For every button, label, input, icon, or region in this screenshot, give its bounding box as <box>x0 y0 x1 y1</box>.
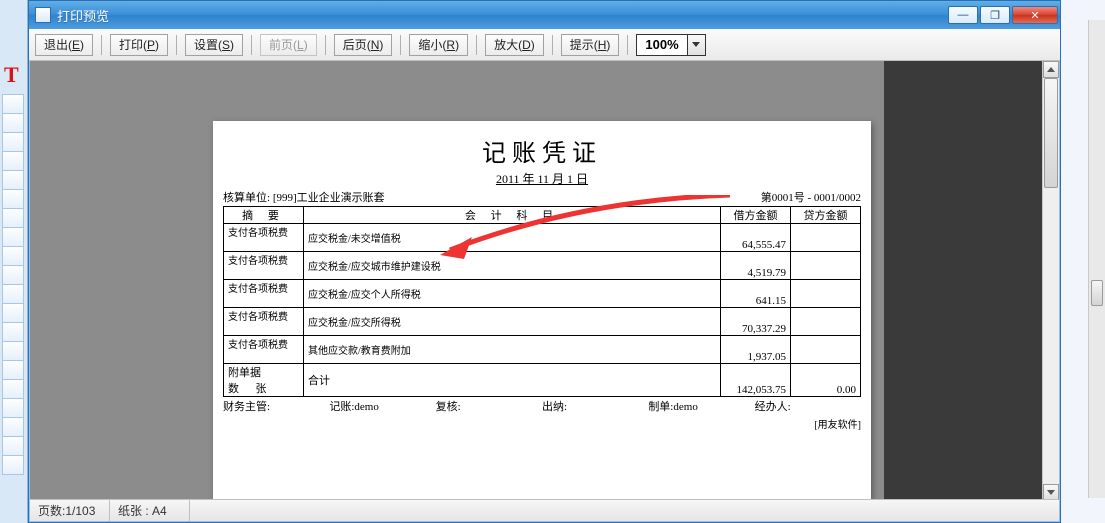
table-row: 支付各项税费其他应交款/教育费附加1,937.05 <box>224 336 861 364</box>
cell-summary: 支付各项税费 <box>224 308 304 336</box>
cell-credit <box>791 224 861 252</box>
cell-debit: 70,337.29 <box>721 308 791 336</box>
statusbar: 页数:1/103 纸张 : A4 <box>30 499 1059 521</box>
brand-footer: [用友软件] <box>223 416 861 431</box>
toolbar-separator <box>627 35 628 55</box>
cell-debit: 1,937.05 <box>721 336 791 364</box>
voucher-date: 2011 年 11 月 1 日 <box>223 170 861 187</box>
toolbar-separator <box>400 35 401 55</box>
toolbar-separator <box>476 35 477 55</box>
zoom-value: 100% <box>637 35 686 55</box>
cell-summary: 支付各项税费 <box>224 280 304 308</box>
col-summary: 摘 要 <box>224 207 304 224</box>
cell-summary: 支付各项税费 <box>224 224 304 252</box>
hint-button[interactable]: 提示(H) <box>561 34 620 56</box>
prev-page-button[interactable]: 前页(L) <box>260 34 317 56</box>
cell-subject: 应交税金/应交城市维护建设税 <box>304 252 721 280</box>
chevron-down-icon[interactable] <box>687 35 705 55</box>
cell-debit: 64,555.47 <box>721 224 791 252</box>
preview-viewport[interactable]: 记账凭证 2011 年 11 月 1 日 核算单位: [999]工业企业演示账套… <box>30 61 1044 501</box>
table-row: 支付各项税费应交税金/应交个人所得税641.15 <box>224 280 861 308</box>
window-icon <box>35 7 51 23</box>
toolbar-separator <box>251 35 252 55</box>
underlying-row-headers <box>2 94 24 474</box>
voucher-unit: 核算单位: [999]工业企业演示账套 <box>223 189 385 205</box>
scroll-thumb[interactable] <box>1044 78 1058 188</box>
zoom-combo[interactable]: 100% <box>636 34 705 56</box>
toolbox-T-icon: T <box>4 62 19 88</box>
cell-summary: 支付各项税费 <box>224 336 304 364</box>
col-credit: 贷方金额 <box>791 207 861 224</box>
scroll-track[interactable] <box>1043 78 1059 484</box>
total-credit: 0.00 <box>791 364 861 397</box>
scroll-up-icon[interactable] <box>1043 61 1059 78</box>
print-button[interactable]: 打印(P) <box>110 34 168 56</box>
table-row: 支付各项税费应交税金/应交城市维护建设税4,519.79 <box>224 252 861 280</box>
window-title: 打印预览 <box>57 6 109 25</box>
print-preview-window: 打印预览 — ❐ ✕ 退出(E) 打印(P) 设置(S) 前页(L) 后页(N) <box>28 0 1061 523</box>
total-debit: 142,053.75 <box>721 364 791 397</box>
cell-credit <box>791 252 861 280</box>
cell-subject: 应交税金/未交增值税 <box>304 224 721 252</box>
toolbar-separator <box>101 35 102 55</box>
titlebar: 打印预览 — ❐ ✕ <box>29 1 1060 29</box>
exit-button[interactable]: 退出(E) <box>35 34 93 56</box>
zoom-out-button[interactable]: 缩小(R) <box>409 34 468 56</box>
voucher-document: 记账凭证 2011 年 11 月 1 日 核算单位: [999]工业企业演示账套… <box>213 121 871 431</box>
col-subject: 会 计 科 目 <box>304 207 721 224</box>
maximize-button[interactable]: ❐ <box>980 6 1010 24</box>
preview-side-panel <box>884 61 1044 501</box>
table-row: 支付各项税费应交税金/未交增值税64,555.47 <box>224 224 861 252</box>
next-page-button[interactable]: 后页(N) <box>334 34 393 56</box>
underlying-left-pane: T <box>0 0 28 523</box>
cell-credit <box>791 336 861 364</box>
cell-credit <box>791 280 861 308</box>
underlying-scrollbar[interactable] <box>1088 20 1105 498</box>
total-label: 合计 <box>304 364 721 397</box>
attach-cell: 附单据数 张 <box>224 364 304 397</box>
preview-scrollbar[interactable] <box>1042 61 1059 501</box>
zoom-in-button[interactable]: 放大(D) <box>485 34 544 56</box>
close-button[interactable]: ✕ <box>1012 6 1058 24</box>
setup-button[interactable]: 设置(S) <box>185 34 243 56</box>
toolbar: 退出(E) 打印(P) 设置(S) 前页(L) 后页(N) 缩小(R) 放大(D… <box>29 29 1060 61</box>
cell-subject: 其他应交款/教育费附加 <box>304 336 721 364</box>
toolbar-separator <box>552 35 553 55</box>
table-row: 支付各项税费应交税金/应交所得税70,337.29 <box>224 308 861 336</box>
cell-credit <box>791 308 861 336</box>
underlying-scroll-thumb[interactable] <box>1091 280 1103 306</box>
toolbar-separator <box>325 35 326 55</box>
cell-debit: 641.15 <box>721 280 791 308</box>
voucher-footer: 财务主管: 记账:demo 复核: 出纳: 制单:demo 经办人: <box>223 398 861 414</box>
cell-subject: 应交税金/应交个人所得税 <box>304 280 721 308</box>
minimize-button[interactable]: — <box>948 6 978 24</box>
toolbar-separator <box>176 35 177 55</box>
status-pages: 页数:1/103 <box>30 500 110 521</box>
page-preview: 记账凭证 2011 年 11 月 1 日 核算单位: [999]工业企业演示账套… <box>213 121 871 501</box>
voucher-number: 第0001号 - 0001/0002 <box>761 189 861 205</box>
cell-summary: 支付各项税费 <box>224 252 304 280</box>
col-debit: 借方金额 <box>721 207 791 224</box>
voucher-table: 摘 要 会 计 科 目 借方金额 贷方金额 支付各项税费应交税金/未交增值税64… <box>223 206 861 397</box>
voucher-title: 记账凭证 <box>223 133 861 168</box>
cell-subject: 应交税金/应交所得税 <box>304 308 721 336</box>
total-row: 附单据数 张 合计 142,053.75 0.00 <box>224 364 861 397</box>
status-paper: 纸张 : A4 <box>110 500 190 521</box>
cell-debit: 4,519.79 <box>721 252 791 280</box>
